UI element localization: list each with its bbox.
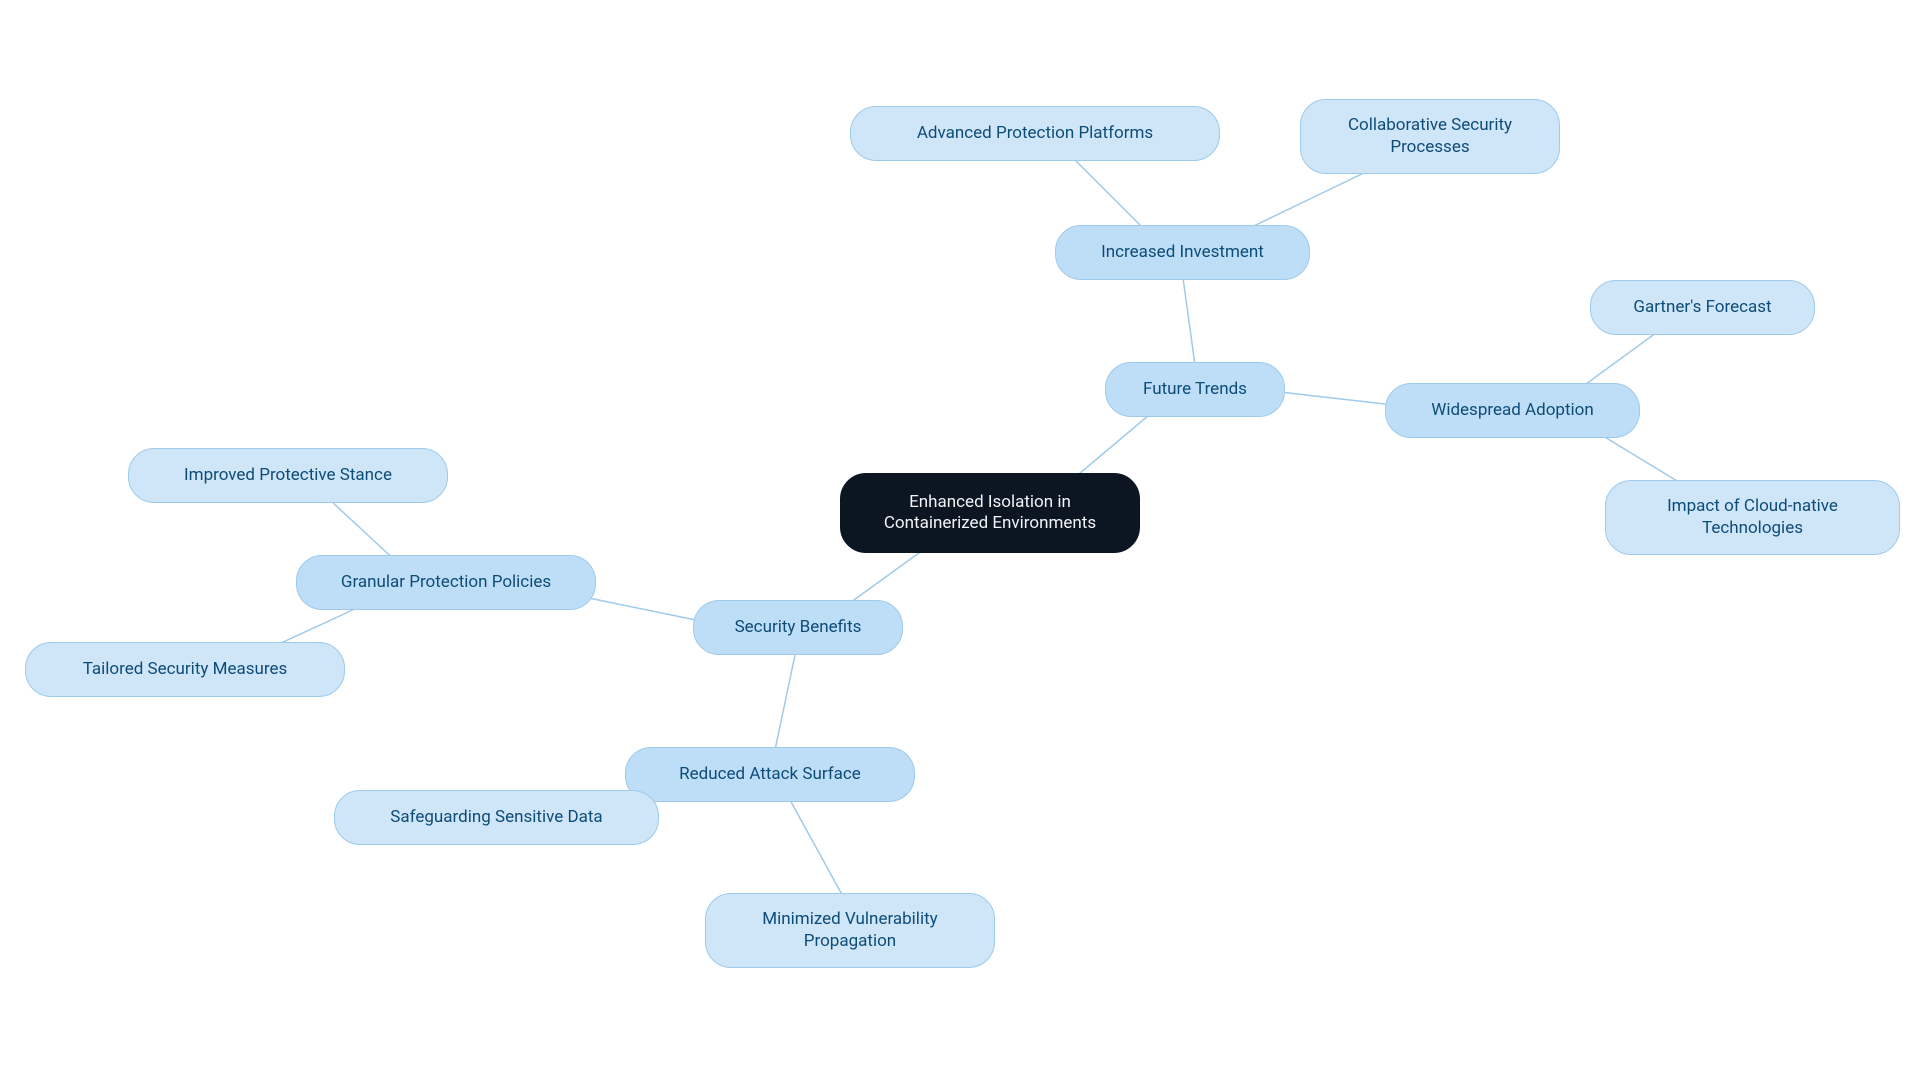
- node-security-benefits[interactable]: Security Benefits: [693, 600, 903, 655]
- node-future-trends[interactable]: Future Trends: [1105, 362, 1285, 417]
- node-reduced-attack[interactable]: Reduced Attack Surface: [625, 747, 915, 802]
- node-safeguarding[interactable]: Safeguarding Sensitive Data: [334, 790, 659, 845]
- edge-security-reduced: [775, 655, 795, 750]
- node-granular-protection[interactable]: Granular Protection Policies: [296, 555, 596, 610]
- edge-future-investment: [1183, 278, 1195, 365]
- node-cloud-native[interactable]: Impact of Cloud-native Technologies: [1605, 480, 1900, 555]
- node-min-vuln[interactable]: Minimized Vulnerability Propagation: [705, 893, 995, 968]
- node-tailored-security[interactable]: Tailored Security Measures: [25, 642, 345, 697]
- node-root[interactable]: Enhanced Isolation in Containerized Envi…: [840, 473, 1140, 553]
- node-increased-investment[interactable]: Increased Investment: [1055, 225, 1310, 280]
- node-collab-security[interactable]: Collaborative Security Processes: [1300, 99, 1560, 174]
- node-advanced-protection[interactable]: Advanced Protection Platforms: [850, 106, 1220, 161]
- edge-reduced-minvuln: [790, 800, 845, 900]
- edge-investment-advanced: [1075, 160, 1145, 230]
- node-gartner-forecast[interactable]: Gartner's Forecast: [1590, 280, 1815, 335]
- node-widespread-adoption[interactable]: Widespread Adoption: [1385, 383, 1640, 438]
- mindmap-canvas: Enhanced Isolation in Containerized Envi…: [0, 0, 1920, 1083]
- node-improved-stance[interactable]: Improved Protective Stance: [128, 448, 448, 503]
